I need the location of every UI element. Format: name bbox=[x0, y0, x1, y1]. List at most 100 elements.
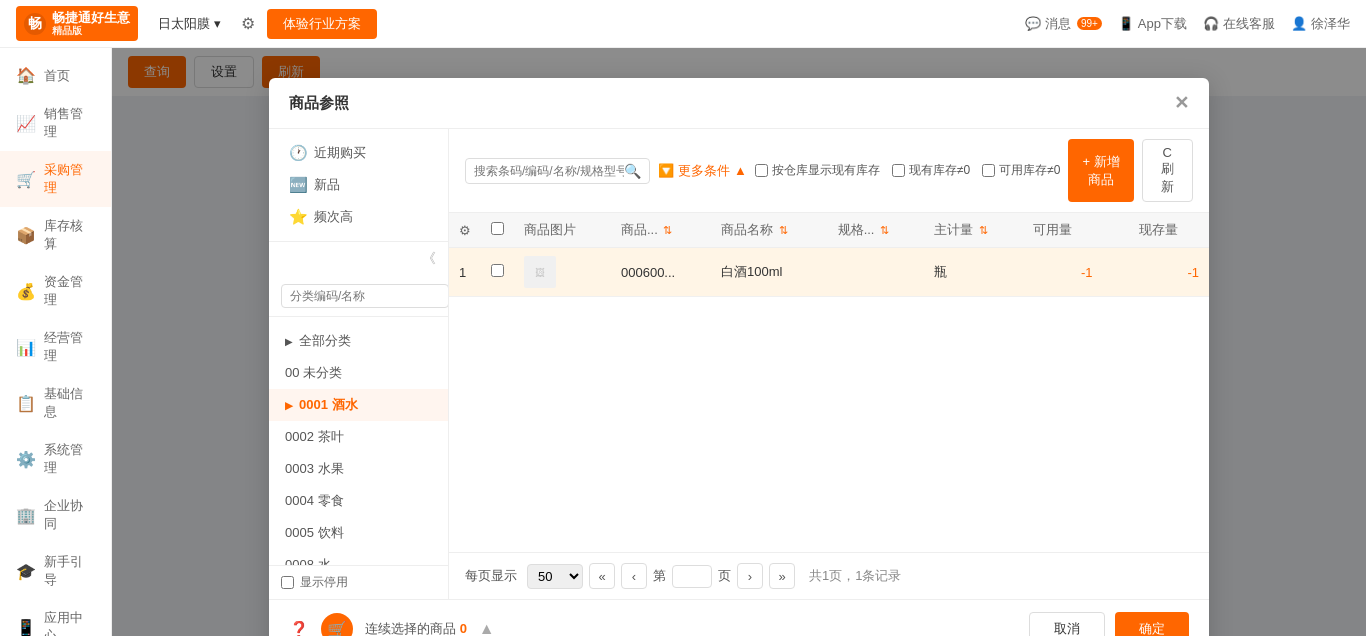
page-input[interactable]: 1 bbox=[672, 565, 712, 588]
modal-overlay: 商品参照 ✕ 🕐 近期购买 🆕 bbox=[112, 48, 1366, 636]
modal-left-panel: 🕐 近期购买 🆕 新品 ⭐ 频次高 bbox=[269, 129, 449, 599]
cart-icon[interactable]: 🛒 bbox=[321, 613, 353, 636]
sidebar-item-system[interactable]: ⚙️ 系统管理 bbox=[0, 431, 111, 487]
cell-image: 🖼 bbox=[514, 248, 611, 297]
cat-item-drink[interactable]: 0005 饮料 bbox=[269, 517, 448, 549]
cell-spacer bbox=[1103, 248, 1130, 297]
modal-close-btn[interactable]: ✕ bbox=[1174, 92, 1189, 114]
table-header-row: ⚙ 商品图片 商品... ⇅ 商品名称 bbox=[449, 213, 1209, 248]
cell-checkbox[interactable] bbox=[481, 248, 514, 297]
footer-collapse-btn[interactable]: ▲ bbox=[479, 620, 495, 636]
sidebar-item-finance[interactable]: 💰 资金管理 bbox=[0, 263, 111, 319]
check-stock-nonzero-label[interactable]: 现有库存≠0 bbox=[892, 162, 970, 179]
search-icon[interactable]: 🔍 bbox=[624, 163, 641, 179]
guide-icon: 🎓 bbox=[16, 562, 36, 581]
quick-item-recent[interactable]: 🕐 近期购买 bbox=[281, 137, 436, 169]
product-thumbnail: 🖼 bbox=[524, 256, 556, 288]
basic-icon: 📋 bbox=[16, 394, 36, 413]
pagination: 每页显示 102050100 « ‹ 第 1 页 › » 共1页，1条记录 bbox=[449, 552, 1209, 599]
select-all-checkbox[interactable] bbox=[491, 222, 504, 235]
more-filter-btn[interactable]: 🔽 更多条件 ▲ bbox=[658, 162, 747, 180]
modal-right-panel: 🔍 🔽 更多条件 ▲ 按仓库显示现有库存 bbox=[449, 129, 1209, 599]
sidebar-item-basic[interactable]: 📋 基础信息 bbox=[0, 375, 111, 431]
col-code[interactable]: 商品... ⇅ bbox=[611, 213, 711, 248]
row-checkbox[interactable] bbox=[491, 264, 504, 277]
footer-btns: 取消 确定 bbox=[1029, 612, 1189, 636]
logo-icon: 畅 bbox=[24, 13, 46, 35]
app-download-btn[interactable]: 📱 App下载 bbox=[1118, 15, 1187, 33]
col-checkbox[interactable] bbox=[481, 213, 514, 248]
col-unit[interactable]: 主计量 ⇅ bbox=[924, 213, 1023, 248]
cell-code: 000600... bbox=[611, 248, 711, 297]
sidebar-item-apps[interactable]: 📱 应用中心 bbox=[0, 599, 111, 636]
cell-available: -1 bbox=[1023, 248, 1102, 297]
cancel-btn[interactable]: 取消 bbox=[1029, 612, 1105, 636]
logo: 畅 畅捷通好生意 精品版 bbox=[16, 6, 138, 42]
table-row[interactable]: 1 🖼 000600... 白酒100ml 瓶 bbox=[449, 248, 1209, 297]
gear-icon[interactable]: ⚙ bbox=[241, 14, 255, 33]
next-page-btn[interactable]: › bbox=[737, 563, 763, 589]
check-stock-nonzero[interactable] bbox=[892, 164, 905, 177]
col-stock: 现存量 bbox=[1129, 213, 1209, 248]
check-warehouse-label[interactable]: 按仓库显示现有库存 bbox=[755, 162, 880, 179]
modal: 商品参照 ✕ 🕐 近期购买 🆕 bbox=[269, 78, 1209, 636]
col-name[interactable]: 商品名称 ⇅ bbox=[711, 213, 828, 248]
display-disabled-checkbox[interactable] bbox=[281, 576, 294, 589]
message-icon: 💬 bbox=[1025, 16, 1041, 31]
check-avail-nonzero[interactable] bbox=[982, 164, 995, 177]
sidebar-item-sales[interactable]: 📈 销售管理 bbox=[0, 95, 111, 151]
cat-item-wine[interactable]: ▶ 0001 酒水 bbox=[269, 389, 448, 421]
collab-icon: 🏢 bbox=[16, 506, 36, 525]
quick-nav: 🕐 近期购买 🆕 新品 ⭐ 频次高 bbox=[269, 129, 448, 242]
category-search-input[interactable] bbox=[281, 284, 449, 308]
nav-right: 💬 消息 99+ 📱 App下载 🎧 在线客服 👤 徐泽华 bbox=[1025, 15, 1350, 33]
filter-icon: 🔽 bbox=[658, 163, 674, 178]
sidebar-item-ops[interactable]: 📊 经营管理 bbox=[0, 319, 111, 375]
cat-item-uncat[interactable]: 00 未分类 bbox=[269, 357, 448, 389]
col-settings[interactable]: ⚙ bbox=[449, 213, 481, 248]
product-search-input[interactable] bbox=[474, 164, 624, 178]
quick-item-frequent[interactable]: ⭐ 频次高 bbox=[281, 201, 436, 233]
add-product-btn[interactable]: + 新增商品 bbox=[1068, 139, 1133, 202]
modal-footer: ❓ 🛒 连续选择的商品 0 ▲ 取消 确定 bbox=[269, 599, 1209, 636]
modal-header: 商品参照 ✕ bbox=[269, 78, 1209, 129]
sort-name-icon: ⇅ bbox=[779, 224, 788, 236]
check-warehouse[interactable] bbox=[755, 164, 768, 177]
quick-item-new[interactable]: 🆕 新品 bbox=[281, 169, 436, 201]
sidebar-item-collab[interactable]: 🏢 企业协同 bbox=[0, 487, 111, 543]
online-service-btn[interactable]: 🎧 在线客服 bbox=[1203, 15, 1275, 33]
sidebar-item-purchase[interactable]: 🛒 采购管理 bbox=[0, 151, 111, 207]
ops-icon: 📊 bbox=[16, 338, 36, 357]
cat-item-water[interactable]: 0008 水 bbox=[269, 549, 448, 565]
nav-selector[interactable]: 日太阳膜 ▾ bbox=[150, 11, 229, 37]
cell-spec bbox=[828, 248, 924, 297]
first-page-btn[interactable]: « bbox=[589, 563, 615, 589]
messages-btn[interactable]: 💬 消息 99+ bbox=[1025, 15, 1102, 33]
cat-item-tea[interactable]: 0002 茶叶 bbox=[269, 421, 448, 453]
category-tree: ▶ 全部分类 00 未分类 ▶ 0001 酒水 0002 茶 bbox=[269, 317, 448, 565]
confirm-btn[interactable]: 确定 bbox=[1115, 612, 1189, 636]
last-page-btn[interactable]: » bbox=[769, 563, 795, 589]
cat-item-all[interactable]: ▶ 全部分类 bbox=[269, 325, 448, 357]
col-spec[interactable]: 规格... ⇅ bbox=[828, 213, 924, 248]
clock-icon: 🕐 bbox=[289, 144, 308, 162]
prev-page-btn[interactable]: ‹ bbox=[621, 563, 647, 589]
sidebar-item-guide[interactable]: 🎓 新手引导 bbox=[0, 543, 111, 599]
top-nav: 畅 畅捷通好生意 精品版 日太阳膜 ▾ ⚙ 体验行业方案 💬 消息 99+ 📱 … bbox=[0, 0, 1366, 48]
phone-icon: 📱 bbox=[1118, 16, 1134, 31]
help-icon[interactable]: ❓ bbox=[289, 620, 309, 637]
page-label-text: 第 bbox=[653, 567, 666, 585]
sidebar-item-stock[interactable]: 📦 库存核算 bbox=[0, 207, 111, 263]
cat-item-snack[interactable]: 0004 零食 bbox=[269, 485, 448, 517]
collapse-btn[interactable]: 《 bbox=[269, 242, 448, 276]
refresh-btn[interactable]: C 刷新 bbox=[1142, 139, 1193, 202]
col-available: 可用量 bbox=[1023, 213, 1102, 248]
user-info[interactable]: 👤 徐泽华 bbox=[1291, 15, 1350, 33]
system-icon: ⚙️ bbox=[16, 450, 36, 469]
filter-bar: 🔍 🔽 更多条件 ▲ 按仓库显示现有库存 bbox=[449, 129, 1209, 213]
cat-item-fruit[interactable]: 0003 水果 bbox=[269, 453, 448, 485]
sidebar-item-home[interactable]: 🏠 首页 bbox=[0, 56, 111, 95]
trial-btn[interactable]: 体验行业方案 bbox=[267, 9, 377, 39]
check-avail-nonzero-label[interactable]: 可用库存≠0 bbox=[982, 162, 1060, 179]
per-page-select[interactable]: 102050100 bbox=[527, 564, 583, 589]
